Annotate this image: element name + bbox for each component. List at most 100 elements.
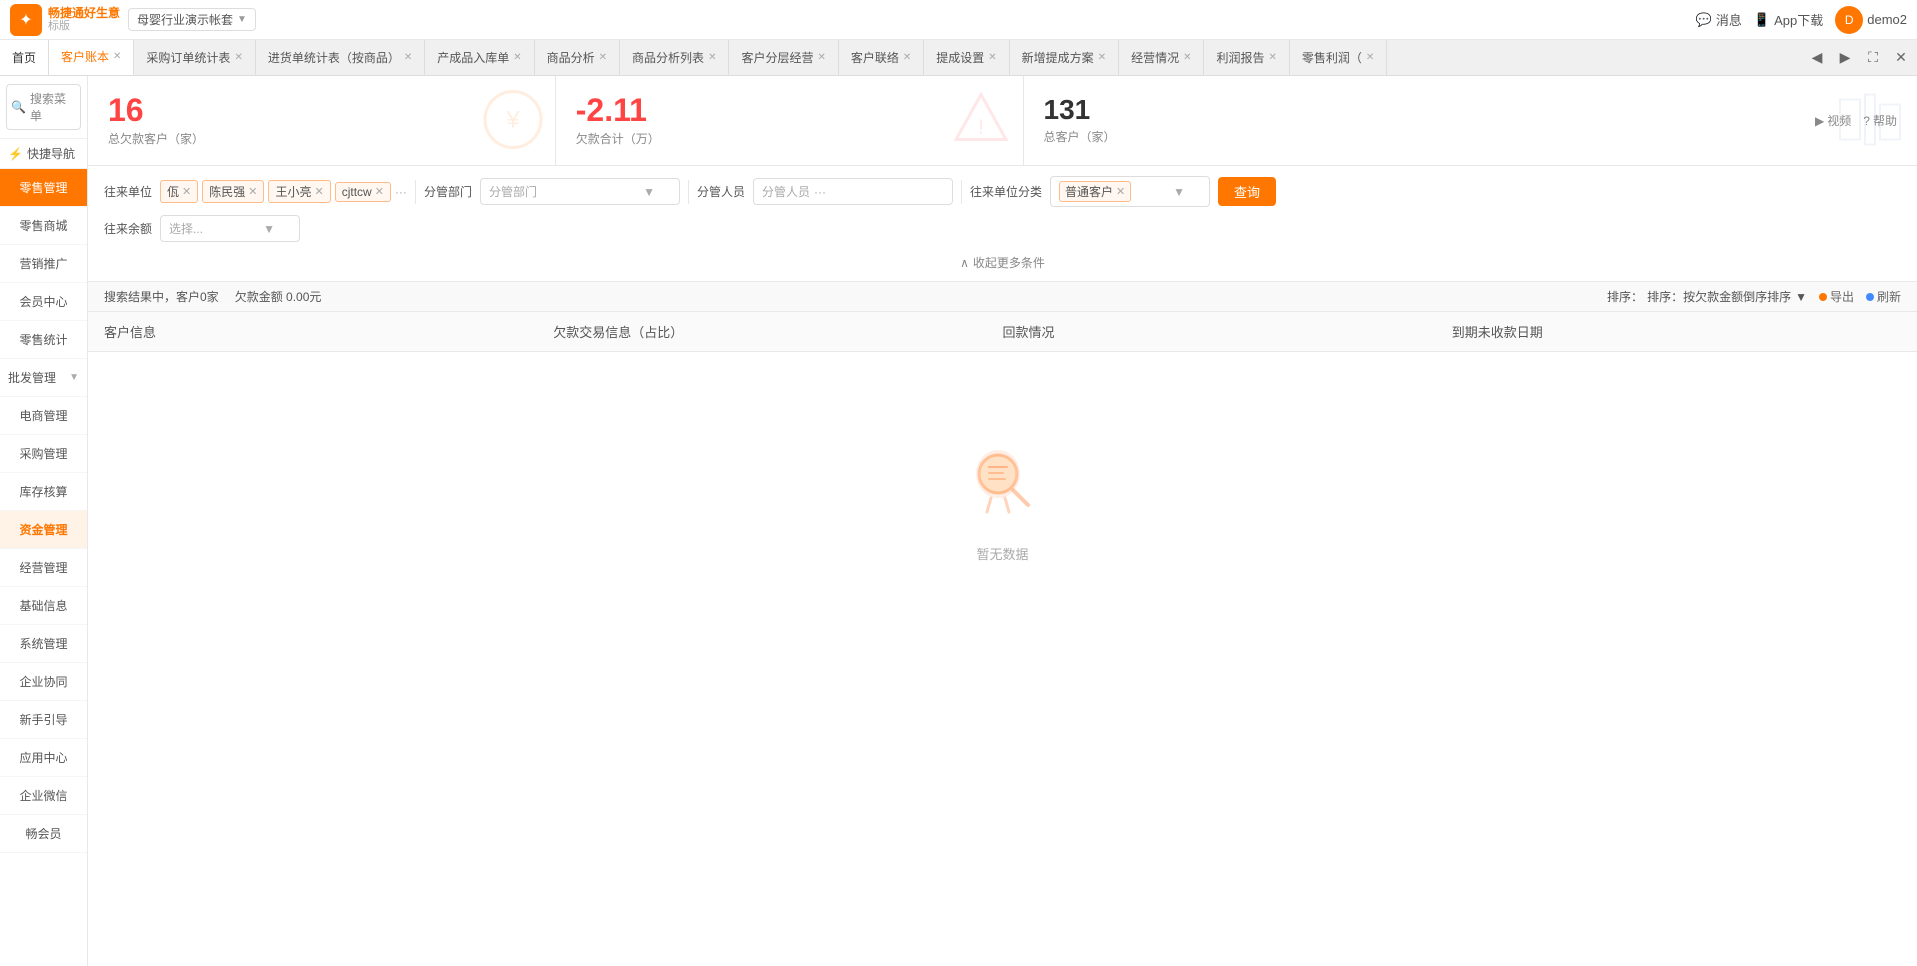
tab-scroll-left[interactable]: ◀ bbox=[1805, 46, 1829, 70]
sidebar-item-enterprise[interactable]: 企业协同 bbox=[0, 663, 87, 701]
messages-btn[interactable]: 💬 消息 bbox=[1696, 10, 1742, 29]
close-icon[interactable]: ✕ bbox=[113, 51, 121, 62]
tab-commission-setting[interactable]: 提成设置 ✕ bbox=[924, 40, 1009, 76]
tab-goods-analysis-list[interactable]: 商品分析列表 ✕ bbox=[620, 40, 729, 76]
close-icon[interactable]: ✕ bbox=[1183, 52, 1191, 63]
message-icon: 💬 bbox=[1696, 12, 1712, 28]
person-filter-label: 分管人员 bbox=[697, 183, 745, 200]
query-btn[interactable]: 查询 bbox=[1218, 177, 1276, 206]
filter-row-1: 往来单位 佤 ✕ 陈民强 ✕ 王小亮 ✕ cjttcw bbox=[104, 176, 1901, 207]
sidebar-item-wechat-work[interactable]: 企业微信 bbox=[0, 777, 87, 815]
sidebar-item-system[interactable]: 系统管理 bbox=[0, 625, 87, 663]
close-icon[interactable]: ✕ bbox=[404, 52, 412, 63]
filter-area: 往来单位 佤 ✕ 陈民强 ✕ 王小亮 ✕ cjttcw bbox=[88, 166, 1917, 282]
close-icon[interactable]: ✕ bbox=[988, 52, 996, 63]
chevron-down-icon: ▼ bbox=[263, 222, 275, 236]
balance-select[interactable]: 选择... ▼ bbox=[160, 215, 300, 242]
sidebar-item-app-center[interactable]: 应用中心 bbox=[0, 739, 87, 777]
remove-customer-type[interactable]: ✕ bbox=[1116, 185, 1125, 198]
remove-tag-1[interactable]: ✕ bbox=[248, 185, 257, 198]
close-icon[interactable]: ✕ bbox=[599, 52, 607, 63]
tab-customer-ledger[interactable]: 客户账本 ✕ bbox=[49, 40, 134, 76]
close-icon[interactable]: ✕ bbox=[817, 52, 825, 63]
close-icon[interactable]: ✕ bbox=[903, 52, 911, 63]
avatar: D bbox=[1835, 6, 1863, 34]
tab-profit-report[interactable]: 利润报告 ✕ bbox=[1204, 40, 1289, 76]
dept-select[interactable]: 分管部门 ▼ bbox=[480, 178, 680, 205]
result-bar: 搜索结果中，客户0家 欠款金额 0.00元 排序： 排序：按欠款金额倒序排序 ▼… bbox=[88, 282, 1917, 312]
sidebar-item-retail-stats[interactable]: 零售统计 bbox=[0, 321, 87, 359]
close-icon[interactable]: ✕ bbox=[234, 52, 242, 63]
tab-business-status[interactable]: 经营情况 ✕ bbox=[1119, 40, 1204, 76]
sort-select[interactable]: 排序： 排序：按欠款金额倒序排序 ▼ bbox=[1607, 288, 1807, 305]
result-bar-right: 排序： 排序：按欠款金额倒序排序 ▼ 导出 刷新 bbox=[1607, 288, 1901, 305]
sidebar-item-wholesale[interactable]: 批发管理 ▼ bbox=[0, 359, 87, 397]
stat-bg-icon-2: ! bbox=[951, 89, 1011, 152]
sidebar-item-retail-mall[interactable]: 零售商城 bbox=[0, 207, 87, 245]
person-select[interactable]: 分管人员 ··· bbox=[753, 178, 953, 205]
close-icon[interactable]: ✕ bbox=[513, 52, 521, 63]
result-bar-left: 搜索结果中，客户0家 欠款金额 0.00元 bbox=[104, 288, 321, 305]
top-bar-right: 💬 消息 📱 App下载 D demo2 bbox=[1696, 6, 1907, 34]
sidebar-item-basic-info[interactable]: 基础信息 bbox=[0, 587, 87, 625]
stat-info-2: -2.11 欠款合计（万） bbox=[576, 94, 660, 147]
tab-scroll-right[interactable]: ▶ bbox=[1833, 46, 1857, 70]
remove-tag-3[interactable]: ✕ bbox=[375, 185, 384, 198]
remove-tag-0[interactable]: ✕ bbox=[182, 185, 191, 198]
close-icon[interactable]: ✕ bbox=[1366, 52, 1374, 63]
unit-filter-label: 往来单位 bbox=[104, 183, 152, 200]
stat-card-amount: ! -2.11 欠款合计（万） bbox=[556, 76, 1024, 165]
close-icon[interactable]: ✕ bbox=[708, 52, 716, 63]
sidebar-item-ecommerce[interactable]: 电商管理 bbox=[0, 397, 87, 435]
sidebar-item-newbie[interactable]: 新手引导 bbox=[0, 701, 87, 739]
empty-text: 暂无数据 bbox=[976, 544, 1028, 563]
sidebar-quick-nav[interactable]: ⚡ 快捷导航 bbox=[0, 139, 87, 169]
tab-new-commission[interactable]: 新增提成方案 ✕ bbox=[1010, 40, 1119, 76]
stat-card-customers: ¥ 16 总欠款客户（家） bbox=[88, 76, 556, 165]
search-icon: 🔍 bbox=[11, 100, 26, 114]
tab-home[interactable]: 首页 bbox=[0, 40, 49, 76]
sort-label: 排序： bbox=[1607, 288, 1643, 305]
chevron-up-icon: ∧ bbox=[960, 256, 969, 270]
industry-selector[interactable]: 母婴行业演示帐套 ▼ bbox=[128, 8, 256, 31]
sidebar-item-retail-mgmt[interactable]: 零售管理 bbox=[0, 169, 87, 207]
collapse-btn[interactable]: ∧ 收起更多条件 bbox=[104, 250, 1901, 271]
more-tags-btn[interactable]: ··· bbox=[395, 185, 407, 199]
stat-info-1: 16 总欠款客户（家） bbox=[108, 94, 204, 147]
tab-retail-profit[interactable]: 零售利润（ ✕ bbox=[1290, 40, 1387, 76]
sidebar-item-marketing[interactable]: 营销推广 bbox=[0, 245, 87, 283]
refresh-btn[interactable]: 刷新 bbox=[1866, 288, 1901, 305]
tab-customer-layer[interactable]: 客户分层经营 ✕ bbox=[729, 40, 838, 76]
tab-close-all[interactable]: ✕ bbox=[1889, 46, 1913, 70]
sidebar-item-operations[interactable]: 经营管理 bbox=[0, 549, 87, 587]
stat-label-amount: 欠款合计（万） bbox=[576, 130, 660, 147]
filter-tag-2: 王小亮 ✕ bbox=[268, 180, 330, 203]
app-download-btn[interactable]: 📱 App下载 bbox=[1754, 10, 1823, 29]
unit-class-select[interactable]: 普通客户 ✕ ▼ bbox=[1050, 176, 1210, 207]
sidebar-search-area: 🔍 搜索菜单 bbox=[0, 76, 87, 139]
sidebar-item-member[interactable]: 会员中心 bbox=[0, 283, 87, 321]
sidebar-item-purchase[interactable]: 采购管理 bbox=[0, 435, 87, 473]
sidebar-item-finance[interactable]: 资金管理 bbox=[0, 511, 87, 549]
video-btn[interactable]: ▶ 视频 bbox=[1815, 112, 1851, 129]
stat-card-total-customers: 131 总客户（家） ▶ 视频 ? 帮助 bbox=[1024, 76, 1917, 165]
sidebar-item-chang-member[interactable]: 畅会员 bbox=[0, 815, 87, 853]
logo-text: 畅捷通好生意 标版 bbox=[48, 6, 120, 34]
user-area[interactable]: D demo2 bbox=[1835, 6, 1907, 34]
sidebar-item-inventory[interactable]: 库存核算 bbox=[0, 473, 87, 511]
tab-goods-stats[interactable]: 进货单统计表（按商品） ✕ bbox=[256, 40, 425, 76]
tab-customer-contact[interactable]: 客户联络 ✕ bbox=[839, 40, 924, 76]
tab-maximize[interactable]: ⛶ bbox=[1861, 46, 1885, 70]
tab-goods-analysis[interactable]: 商品分析 ✕ bbox=[535, 40, 620, 76]
close-icon[interactable]: ✕ bbox=[1269, 52, 1277, 63]
remove-tag-2[interactable]: ✕ bbox=[315, 185, 324, 198]
search-menu-btn[interactable]: 🔍 搜索菜单 bbox=[6, 84, 81, 130]
chevron-down-icon: ▼ bbox=[1173, 185, 1185, 199]
export-btn[interactable]: 导出 bbox=[1819, 288, 1854, 305]
filter-tag-0: 佤 ✕ bbox=[160, 180, 198, 203]
close-icon[interactable]: ✕ bbox=[1098, 52, 1106, 63]
help-btn[interactable]: ? 帮助 bbox=[1863, 112, 1897, 129]
tab-finished-goods[interactable]: 产成品入库单 ✕ bbox=[425, 40, 534, 76]
filter-divider-2 bbox=[688, 180, 689, 204]
tab-purchase-order[interactable]: 采购订单统计表 ✕ bbox=[134, 40, 255, 76]
